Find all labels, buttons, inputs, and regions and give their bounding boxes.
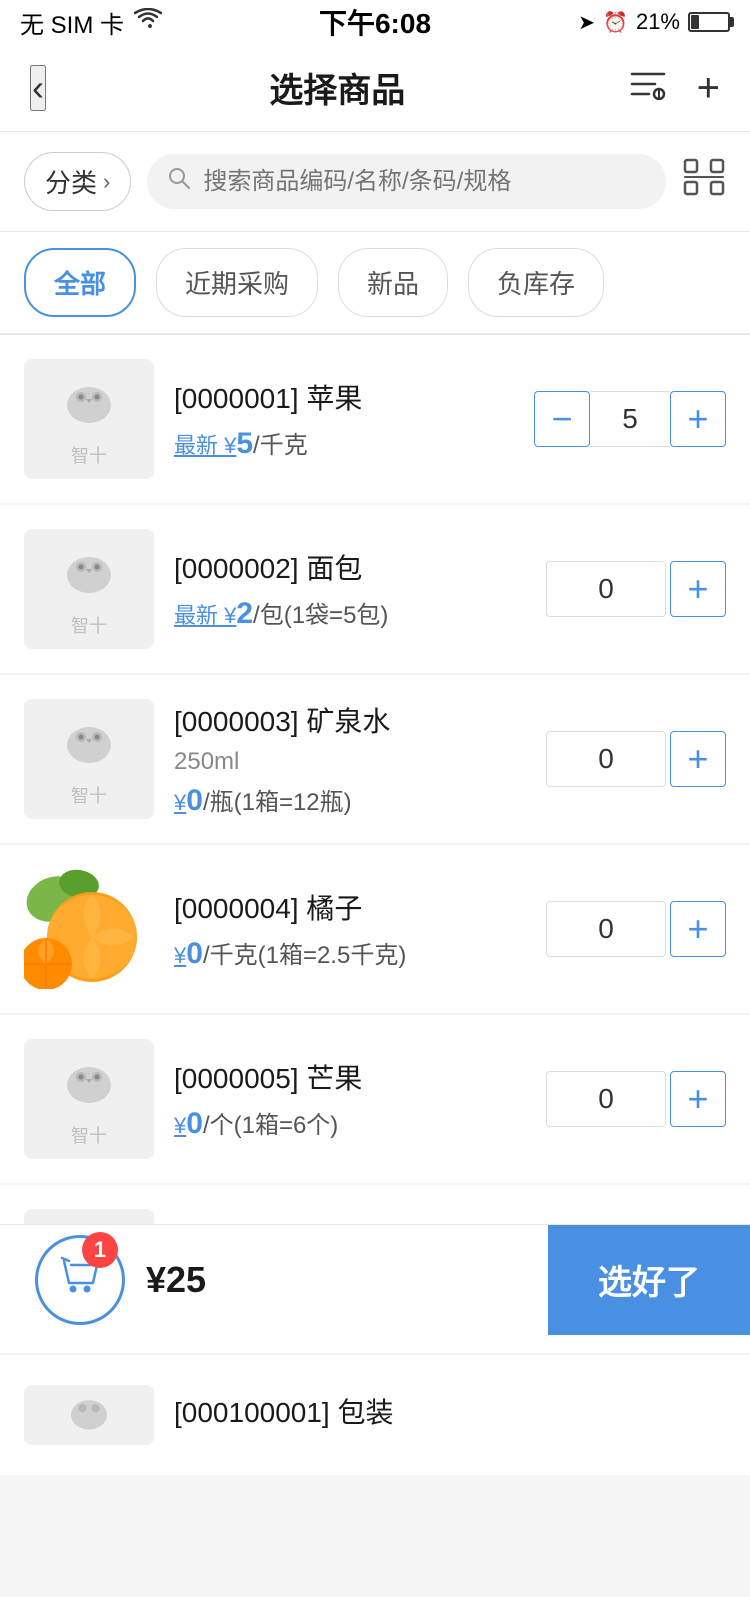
product-price: 最新 ¥5/千克 (174, 425, 514, 461)
tab-negative[interactable]: 负库存 (468, 248, 604, 317)
product-image-0000005: 智十 (24, 1039, 154, 1159)
back-button[interactable]: ‹ (30, 65, 46, 111)
table-row: [0000004] 橘子 ¥0/千克(1箱=2.5千克) + (0, 845, 750, 1013)
battery-icon (688, 12, 730, 32)
tab-bar: 全部 近期采购 新品 负库存 (0, 232, 750, 335)
increment-button[interactable]: + (670, 901, 726, 957)
product-controls-0000001: − + (534, 391, 726, 447)
category-label: 分类 (45, 163, 97, 200)
cart-badge: 1 (82, 1232, 118, 1268)
table-row: 智十 [0000001] 苹果 最新 ¥5/千克 − + (0, 335, 750, 503)
alarm-icon: ⏰ (603, 10, 628, 35)
owl-text: 智十 (71, 782, 107, 808)
quantity-input[interactable] (546, 731, 666, 787)
product-controls-0000005: + (546, 1071, 726, 1127)
product-controls-0000003: + (546, 731, 726, 787)
product-image-0000004 (24, 869, 154, 989)
product-info-0000004: [0000004] 橘子 ¥0/千克(1箱=2.5千克) (174, 887, 526, 971)
owl-text: 智十 (71, 1122, 107, 1148)
product-image-partial (24, 1385, 154, 1445)
filter-bar: 分类 › (0, 132, 750, 232)
quantity-input[interactable] (546, 561, 666, 617)
product-price: ¥0/千克(1箱=2.5千克) (174, 935, 526, 971)
product-name: [0000003] 矿泉水 (174, 700, 526, 740)
tab-all[interactable]: 全部 (24, 248, 136, 317)
owl-text: 智十 (71, 612, 107, 638)
cart-total: ¥25 (146, 1259, 548, 1301)
owl-icon (59, 541, 119, 608)
owl-icon (64, 1387, 114, 1444)
status-bar-right: ➤ ⏰ 21% (578, 9, 730, 35)
table-row: 智十 [0000003] 矿泉水 250ml ¥0/瓶(1箱=12瓶) + (0, 675, 750, 843)
quantity-input[interactable] (546, 901, 666, 957)
tab-recent[interactable]: 近期采购 (156, 248, 318, 317)
product-info-0000003: [0000003] 矿泉水 250ml ¥0/瓶(1箱=12瓶) (174, 700, 526, 818)
product-spec: 250ml (174, 748, 526, 776)
nav-actions: + (629, 67, 720, 109)
search-icon (167, 166, 191, 197)
status-bar: 无 SIM 卡 下午6:08 ➤ ⏰ 21% (0, 0, 750, 44)
product-price: ¥0/个(1箱=6个) (174, 1105, 526, 1141)
status-bar-time: 下午6:08 (319, 2, 431, 42)
increment-button[interactable]: + (670, 391, 726, 447)
category-button[interactable]: 分类 › (24, 152, 131, 211)
decrement-button[interactable]: − (534, 391, 590, 447)
product-name: [0000005] 芒果 (174, 1057, 526, 1097)
location-icon: ➤ (578, 10, 595, 35)
category-arrow: › (103, 169, 110, 195)
filter-icon[interactable] (629, 67, 667, 109)
product-name: [0000002] 面包 (174, 547, 526, 587)
product-name: [000100001] 包装 (174, 1391, 726, 1431)
battery-percent: 21% (636, 9, 680, 35)
product-image-0000003: 智十 (24, 699, 154, 819)
owl-icon (59, 371, 119, 438)
product-name: [0000004] 橘子 (174, 887, 526, 927)
tab-new[interactable]: 新品 (338, 248, 448, 317)
carrier-label: 无 SIM 卡 (20, 5, 124, 40)
product-info-0000005: [0000005] 芒果 ¥0/个(1箱=6个) (174, 1057, 526, 1141)
product-image-0000002: 智十 (24, 529, 154, 649)
wifi-icon (134, 8, 162, 37)
product-info-0000002: [0000002] 面包 最新 ¥2/包(1袋=5包) (174, 547, 526, 631)
product-name: [0000001] 苹果 (174, 377, 514, 417)
bottom-bar: 1 ¥25 选好了 (0, 1224, 750, 1334)
search-input[interactable] (203, 168, 646, 196)
table-row: 智十 [0000005] 芒果 ¥0/个(1箱=6个) + (0, 1015, 750, 1183)
increment-button[interactable]: + (670, 561, 726, 617)
quantity-input[interactable] (590, 391, 670, 447)
increment-button[interactable]: + (670, 1071, 726, 1127)
cart-container: 1 (30, 1230, 130, 1330)
product-controls-0000002: + (546, 561, 726, 617)
nav-bar: ‹ 选择商品 + (0, 44, 750, 132)
product-price: 最新 ¥2/包(1袋=5包) (174, 595, 526, 631)
product-controls-0000004: + (546, 901, 726, 957)
product-image-0000001: 智十 (24, 359, 154, 479)
table-row: 智十 [0000002] 面包 最新 ¥2/包(1袋=5包) + (0, 505, 750, 673)
quantity-input[interactable] (546, 1071, 666, 1127)
increment-button[interactable]: + (670, 731, 726, 787)
owl-text: 智十 (71, 442, 107, 468)
search-box (147, 154, 666, 209)
add-button[interactable]: + (697, 68, 720, 108)
product-info-partial: [000100001] 包装 (174, 1391, 726, 1439)
confirm-button[interactable]: 选好了 (548, 1225, 750, 1335)
product-info-0000001: [0000001] 苹果 最新 ¥5/千克 (174, 377, 514, 461)
owl-icon (59, 1051, 119, 1118)
product-price: ¥0/瓶(1箱=12瓶) (174, 782, 526, 818)
status-bar-left: 无 SIM 卡 (20, 5, 162, 40)
table-row: [000100001] 包装 (0, 1355, 750, 1475)
product-list: 智十 [0000001] 苹果 最新 ¥5/千克 − + (0, 335, 750, 1597)
owl-icon (59, 711, 119, 778)
scan-icon[interactable] (682, 157, 726, 206)
page-title: 选择商品 (269, 63, 405, 112)
